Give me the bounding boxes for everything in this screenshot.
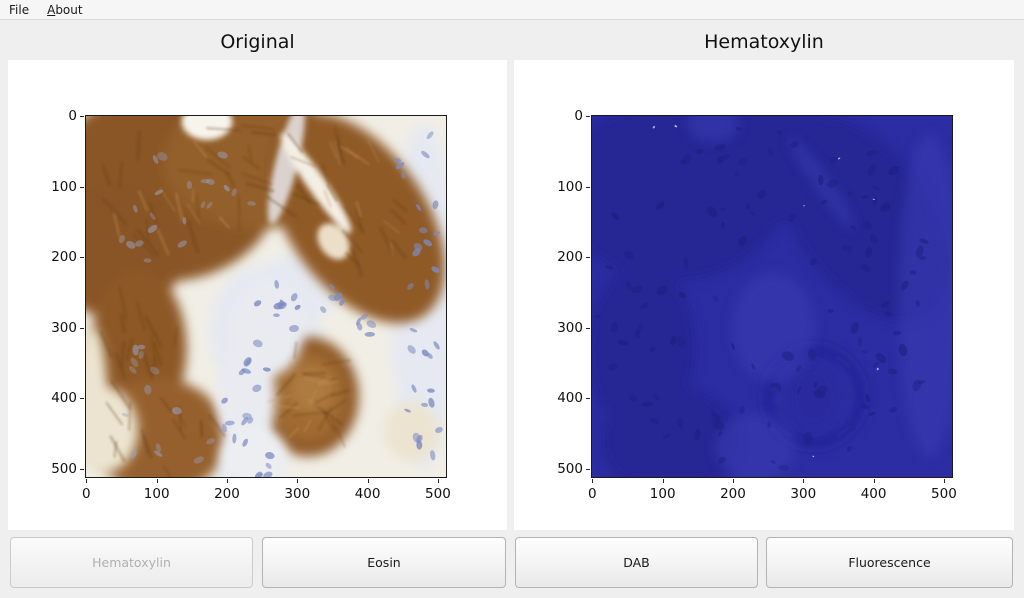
y-tick: 300 [51,319,77,336]
fluorescence-button[interactable]: Fluorescence [766,537,1013,588]
x-tick [592,479,594,483]
y-tick [586,116,590,118]
x-tick [873,479,875,483]
y-tick: 100 [51,178,77,195]
x-tick: 0 [82,486,91,502]
dab-button[interactable]: DAB [515,537,758,588]
x-tick [943,479,945,483]
x-tick [367,479,369,483]
x-tick [803,479,805,483]
menu-bar: File About [0,0,1024,20]
panel-title-original: Original [220,31,295,53]
y-tick [586,468,590,470]
hematoxylin-button[interactable]: Hematoxylin [10,537,253,588]
hematoxylin-channel-image [592,116,952,477]
x-tick [226,479,228,483]
figure-canvas-original: 0 100 200 300 400 500 0 100 200 300 400 500 [8,60,507,530]
x-tick [86,479,88,483]
eosin-button[interactable]: Eosin [262,537,506,588]
figure-canvas-hematoxylin: 0 100 200 300 400 500 0 100 200 300 400 500 [514,60,1014,530]
y-tick: 300 [557,319,583,336]
app-window: File About Original Hematoxylin 0 100 20… [0,0,1024,598]
x-tick: 300 [790,486,817,502]
x-tick [297,479,299,483]
y-tick [80,257,84,259]
x-tick: 100 [649,486,676,502]
y-tick: 400 [557,390,583,407]
y-tick [80,116,84,118]
x-tick [662,479,664,483]
y-tick: 200 [51,249,77,266]
plot-original: 0 100 200 300 400 500 0 100 200 300 400 500 [51,108,451,502]
x-tick: 0 [588,486,597,502]
x-tick: 200 [214,486,240,502]
y-tick [80,468,84,470]
menu-file[interactable]: File [0,1,38,19]
y-tick: 500 [51,460,77,477]
x-tick: 500 [931,486,957,502]
ihc-image [86,116,446,477]
y-tick: 0 [68,108,77,125]
x-tick: 100 [143,486,170,502]
x-tick: 400 [354,486,381,502]
x-tick: 500 [425,486,451,502]
y-tick [586,327,590,329]
y-tick [80,186,84,188]
x-tick: 300 [284,486,311,502]
panel-title-hematoxylin: Hematoxylin [704,31,824,53]
y-tick: 200 [557,249,583,266]
plot-hematoxylin: 0 100 200 300 400 500 0 100 200 300 400 500 [557,108,957,502]
y-tick [80,327,84,329]
y-tick [586,398,590,400]
x-tick [732,479,734,483]
x-tick: 400 [860,486,887,502]
y-tick [80,398,84,400]
y-tick [586,257,590,259]
y-tick: 100 [557,178,583,195]
x-tick: 200 [720,486,746,502]
x-tick [437,479,439,483]
x-tick [156,479,158,483]
y-tick [586,186,590,188]
y-tick: 400 [51,390,77,407]
y-tick: 0 [574,108,583,125]
y-tick: 500 [557,460,583,477]
menu-about[interactable]: About [38,1,92,19]
